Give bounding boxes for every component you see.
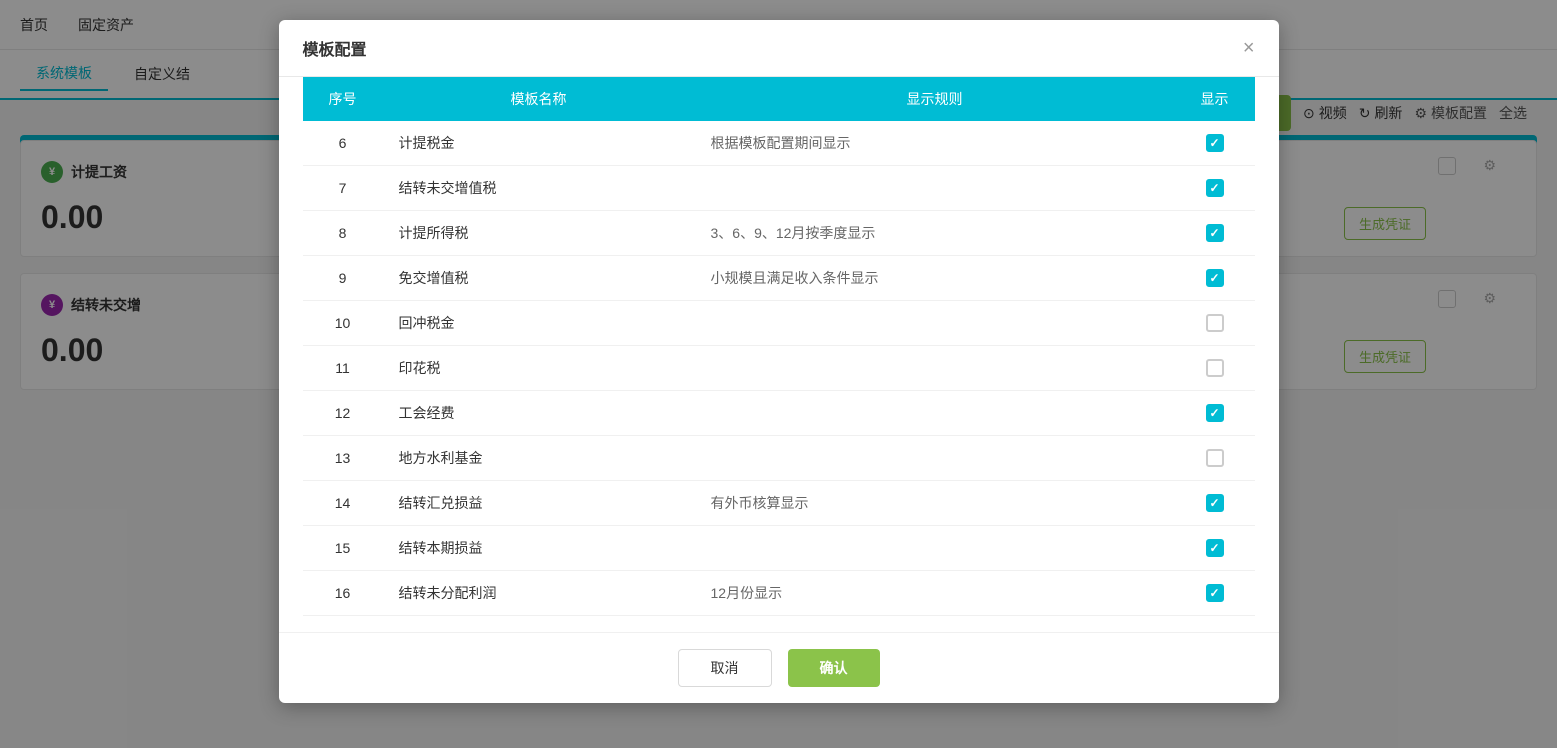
checkbox-13[interactable] bbox=[1206, 449, 1224, 467]
row-check-7 bbox=[1175, 436, 1255, 481]
row-index-4: 10 bbox=[303, 301, 383, 346]
row-check-1 bbox=[1175, 166, 1255, 211]
cancel-button[interactable]: 取消 bbox=[678, 649, 772, 687]
row-rule-10: 12月份显示 bbox=[695, 571, 1175, 616]
row-name-6: 工会经费 bbox=[383, 391, 695, 436]
row-index-10: 16 bbox=[303, 571, 383, 616]
checkbox-15[interactable] bbox=[1206, 539, 1224, 557]
row-rule-3: 小规模且满足收入条件显示 bbox=[695, 256, 1175, 301]
confirm-button[interactable]: 确认 bbox=[788, 649, 880, 687]
row-check-3 bbox=[1175, 256, 1255, 301]
row-rule-9 bbox=[695, 526, 1175, 571]
row-name-3: 免交增值税 bbox=[383, 256, 695, 301]
row-index-3: 9 bbox=[303, 256, 383, 301]
table-row: 10回冲税金 bbox=[303, 301, 1255, 346]
modal-template-config: 模板配置 × 序号 模板名称 显示规则 显示 6计提税金根据模板配置期间显示7结… bbox=[279, 20, 1279, 703]
col-header-index: 序号 bbox=[303, 77, 383, 121]
row-index-1: 7 bbox=[303, 166, 383, 211]
checkbox-6[interactable] bbox=[1206, 134, 1224, 152]
table-body: 6计提税金根据模板配置期间显示7结转未交增值税8计提所得税3、6、9、12月按季… bbox=[303, 121, 1255, 616]
modal-header: 模板配置 × bbox=[279, 20, 1279, 77]
table-row: 13地方水利基金 bbox=[303, 436, 1255, 481]
row-index-2: 8 bbox=[303, 211, 383, 256]
row-rule-1 bbox=[695, 166, 1175, 211]
checkbox-8[interactable] bbox=[1206, 224, 1224, 242]
row-index-0: 6 bbox=[303, 121, 383, 166]
table-header-row: 序号 模板名称 显示规则 显示 bbox=[303, 77, 1255, 121]
modal-title: 模板配置 bbox=[303, 36, 367, 60]
row-name-4: 回冲税金 bbox=[383, 301, 695, 346]
col-header-rule: 显示规则 bbox=[695, 77, 1175, 121]
row-name-5: 印花税 bbox=[383, 346, 695, 391]
modal-footer: 取消 确认 bbox=[279, 632, 1279, 703]
table-row: 7结转未交增值税 bbox=[303, 166, 1255, 211]
row-check-6 bbox=[1175, 391, 1255, 436]
row-check-4 bbox=[1175, 301, 1255, 346]
col-header-show: 显示 bbox=[1175, 77, 1255, 121]
row-index-6: 12 bbox=[303, 391, 383, 436]
table-row: 11印花税 bbox=[303, 346, 1255, 391]
row-name-9: 结转本期损益 bbox=[383, 526, 695, 571]
modal-close-button[interactable]: × bbox=[1243, 38, 1255, 58]
col-header-name: 模板名称 bbox=[383, 77, 695, 121]
row-rule-8: 有外币核算显示 bbox=[695, 481, 1175, 526]
row-rule-4 bbox=[695, 301, 1175, 346]
row-rule-7 bbox=[695, 436, 1175, 481]
checkbox-12[interactable] bbox=[1206, 404, 1224, 422]
modal-overlay: 模板配置 × 序号 模板名称 显示规则 显示 6计提税金根据模板配置期间显示7结… bbox=[0, 0, 1557, 748]
row-index-9: 15 bbox=[303, 526, 383, 571]
table-row: 16结转未分配利润12月份显示 bbox=[303, 571, 1255, 616]
row-check-5 bbox=[1175, 346, 1255, 391]
table-row: 12工会经费 bbox=[303, 391, 1255, 436]
row-name-2: 计提所得税 bbox=[383, 211, 695, 256]
row-check-2 bbox=[1175, 211, 1255, 256]
table-row: 15结转本期损益 bbox=[303, 526, 1255, 571]
row-check-9 bbox=[1175, 526, 1255, 571]
row-name-8: 结转汇兑损益 bbox=[383, 481, 695, 526]
checkbox-14[interactable] bbox=[1206, 494, 1224, 512]
table-row: 6计提税金根据模板配置期间显示 bbox=[303, 121, 1255, 166]
row-name-7: 地方水利基金 bbox=[383, 436, 695, 481]
row-rule-5 bbox=[695, 346, 1175, 391]
checkbox-11[interactable] bbox=[1206, 359, 1224, 377]
row-name-10: 结转未分配利润 bbox=[383, 571, 695, 616]
row-name-1: 结转未交增值税 bbox=[383, 166, 695, 211]
table-row: 14结转汇兑损益有外币核算显示 bbox=[303, 481, 1255, 526]
row-rule-0: 根据模板配置期间显示 bbox=[695, 121, 1175, 166]
checkbox-9[interactable] bbox=[1206, 269, 1224, 287]
row-index-5: 11 bbox=[303, 346, 383, 391]
row-check-0 bbox=[1175, 121, 1255, 166]
row-check-10 bbox=[1175, 571, 1255, 616]
row-index-8: 14 bbox=[303, 481, 383, 526]
checkbox-10[interactable] bbox=[1206, 314, 1224, 332]
table-row: 8计提所得税3、6、9、12月按季度显示 bbox=[303, 211, 1255, 256]
checkbox-16[interactable] bbox=[1206, 584, 1224, 602]
row-rule-2: 3、6、9、12月按季度显示 bbox=[695, 211, 1175, 256]
checkbox-7[interactable] bbox=[1206, 179, 1224, 197]
modal-body: 序号 模板名称 显示规则 显示 6计提税金根据模板配置期间显示7结转未交增值税8… bbox=[279, 77, 1279, 632]
table-row: 9免交增值税小规模且满足收入条件显示 bbox=[303, 256, 1255, 301]
row-name-0: 计提税金 bbox=[383, 121, 695, 166]
config-table: 序号 模板名称 显示规则 显示 6计提税金根据模板配置期间显示7结转未交增值税8… bbox=[303, 77, 1255, 616]
row-rule-6 bbox=[695, 391, 1175, 436]
row-index-7: 13 bbox=[303, 436, 383, 481]
row-check-8 bbox=[1175, 481, 1255, 526]
